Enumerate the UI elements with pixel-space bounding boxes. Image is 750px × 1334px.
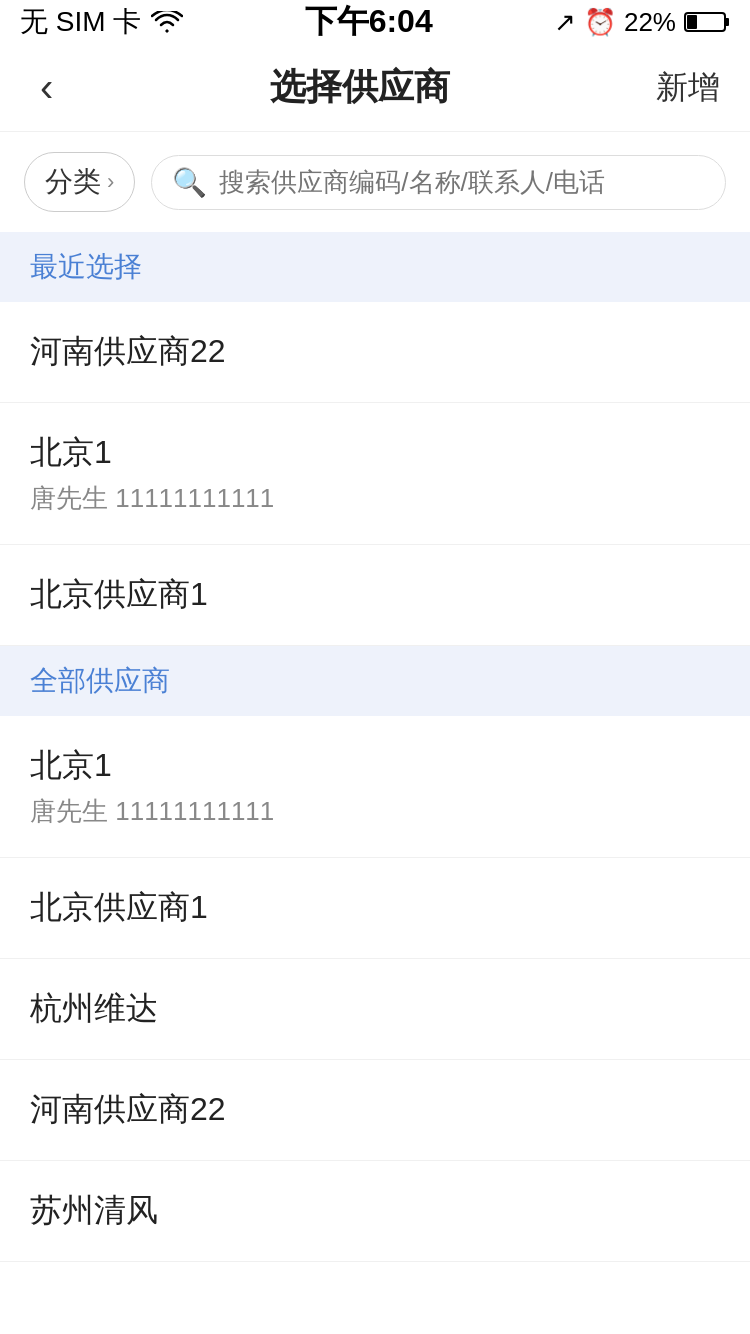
item-name: 苏州清风 bbox=[30, 1189, 720, 1233]
recent-items-list: 河南供应商22 北京1 唐先生 11111111111 北京供应商1 bbox=[0, 302, 750, 646]
alarm-icon: ⏰ bbox=[584, 7, 616, 38]
nav-bar: ‹ 选择供应商 新增 bbox=[0, 44, 750, 132]
item-name: 杭州维达 bbox=[30, 987, 720, 1031]
list-item[interactable]: 北京1 唐先生 11111111111 bbox=[0, 403, 750, 545]
all-section-label: 全部供应商 bbox=[30, 665, 170, 696]
item-name: 北京1 bbox=[30, 744, 720, 788]
all-section-header: 全部供应商 bbox=[0, 646, 750, 716]
item-sub: 唐先生 11111111111 bbox=[30, 481, 720, 516]
add-button[interactable]: 新增 bbox=[656, 66, 720, 110]
list-item[interactable]: 苏州清风 bbox=[0, 1161, 750, 1262]
item-name: 北京供应商1 bbox=[30, 573, 720, 617]
back-button[interactable]: ‹ bbox=[30, 55, 63, 120]
list-item[interactable]: 北京1 唐先生 11111111111 bbox=[0, 716, 750, 858]
chevron-right-icon: › bbox=[107, 169, 114, 195]
item-name: 河南供应商22 bbox=[30, 330, 720, 374]
list-item[interactable]: 北京供应商1 bbox=[0, 545, 750, 646]
search-area: 分类 › 🔍 bbox=[0, 132, 750, 232]
list-item[interactable]: 河南供应商22 bbox=[0, 1060, 750, 1161]
search-input[interactable] bbox=[219, 167, 705, 198]
recent-section-header: 最近选择 bbox=[0, 232, 750, 302]
all-items-list: 北京1 唐先生 11111111111 北京供应商1 杭州维达 河南供应商22 … bbox=[0, 716, 750, 1262]
search-icon: 🔍 bbox=[172, 166, 207, 199]
battery-icon bbox=[684, 10, 730, 34]
wifi-icon bbox=[151, 11, 183, 33]
list-item[interactable]: 杭州维达 bbox=[0, 959, 750, 1060]
status-bar: 无 SIM 卡 下午6:04 ↗ ⏰ 22% bbox=[0, 0, 750, 44]
list-item[interactable]: 河南供应商22 bbox=[0, 302, 750, 403]
category-button[interactable]: 分类 › bbox=[24, 152, 135, 212]
item-name: 河南供应商22 bbox=[30, 1088, 720, 1132]
item-sub: 唐先生 11111111111 bbox=[30, 794, 720, 829]
battery-label: 22% bbox=[624, 7, 676, 38]
status-right: ↗ ⏰ 22% bbox=[554, 7, 730, 38]
page-title: 选择供应商 bbox=[270, 63, 450, 112]
location-icon: ↗ bbox=[554, 7, 576, 38]
svg-rect-2 bbox=[687, 15, 697, 29]
svg-rect-1 bbox=[725, 18, 729, 26]
status-left: 无 SIM 卡 bbox=[20, 3, 183, 41]
item-name: 北京1 bbox=[30, 431, 720, 475]
status-time: 下午6:04 bbox=[305, 0, 433, 44]
search-input-wrap: 🔍 bbox=[151, 155, 726, 210]
category-label: 分类 bbox=[45, 163, 101, 201]
recent-section-label: 最近选择 bbox=[30, 251, 142, 282]
no-sim-label: 无 SIM 卡 bbox=[20, 3, 141, 41]
list-item[interactable]: 北京供应商1 bbox=[0, 858, 750, 959]
item-name: 北京供应商1 bbox=[30, 886, 720, 930]
